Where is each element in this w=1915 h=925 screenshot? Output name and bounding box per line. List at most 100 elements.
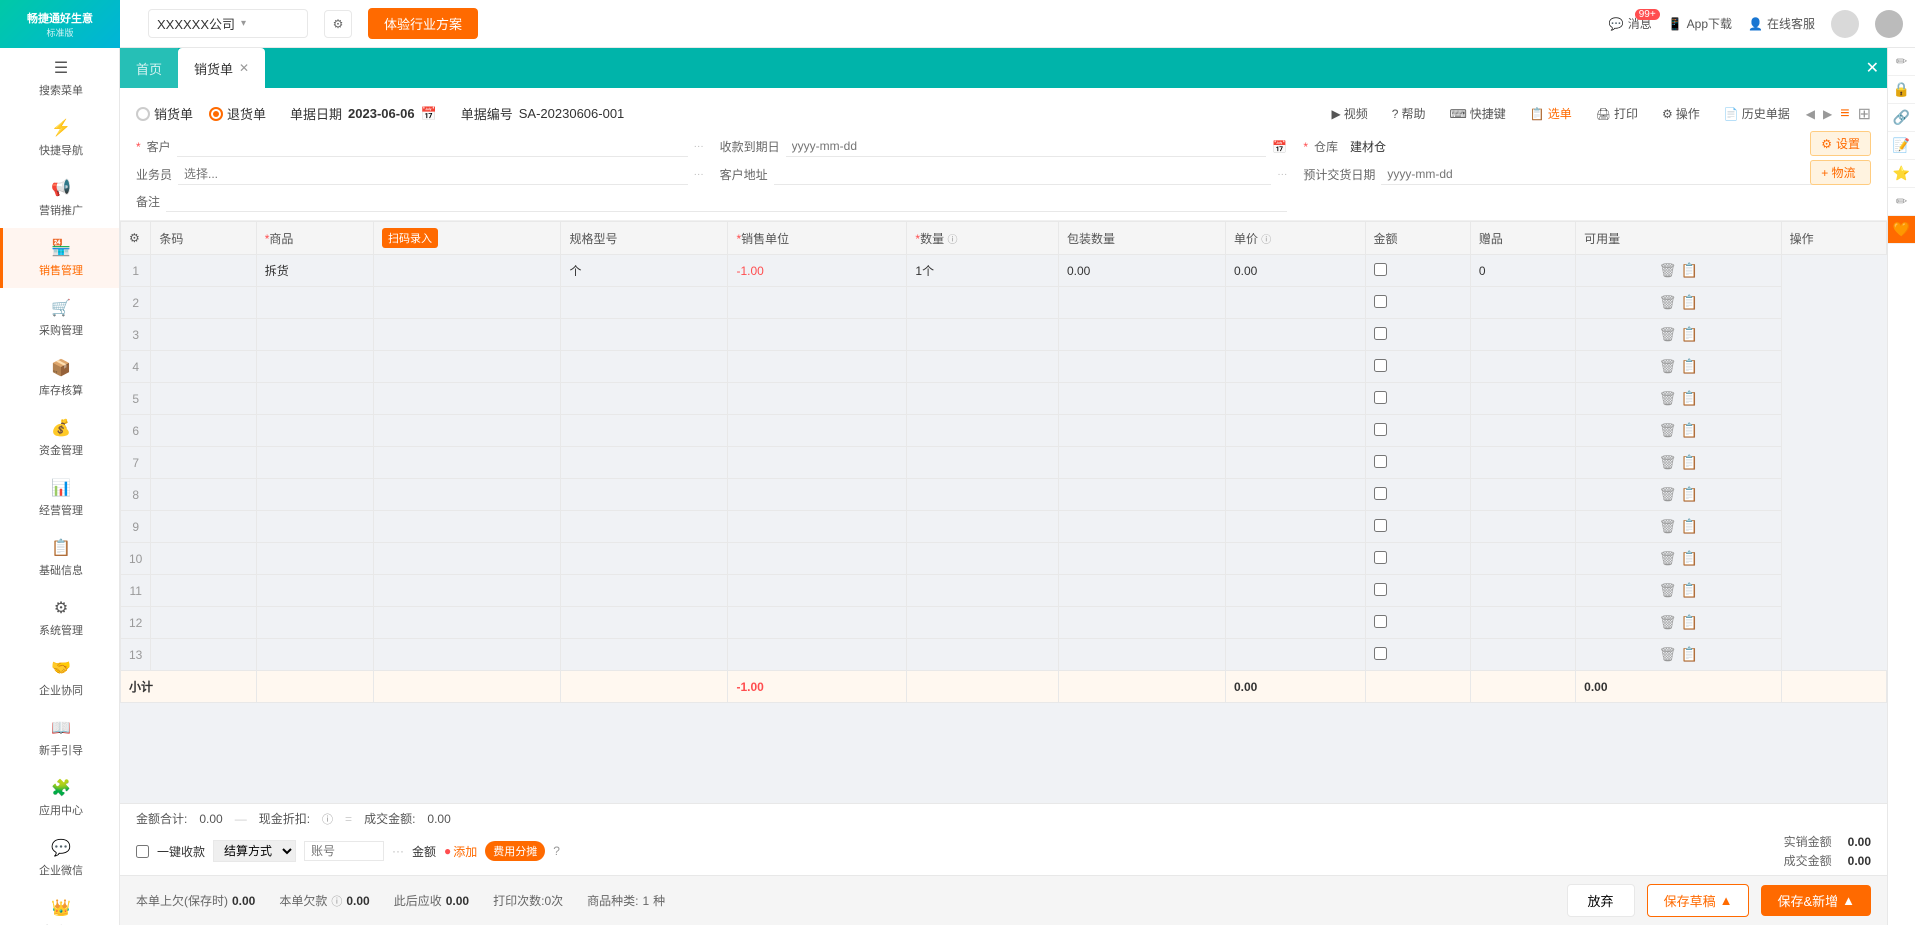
save-new-chevron[interactable]: ▲ <box>1842 893 1855 908</box>
float-btn-1[interactable]: ✏ <box>1888 48 1915 76</box>
radio-return-order[interactable]: 退货单 <box>209 104 266 123</box>
cell-quantity-2[interactable] <box>728 287 907 319</box>
address-dots[interactable]: ··· <box>1277 169 1287 180</box>
toolbar-video[interactable]: ▶ 视频 <box>1324 102 1376 125</box>
cell-unit-price-2[interactable] <box>1058 287 1225 319</box>
warehouse-value[interactable]: 建材仓 <box>1344 135 1855 158</box>
copy-btn[interactable]: 📋 <box>1681 614 1698 631</box>
copy-row-1[interactable]: 📋 <box>1681 262 1698 279</box>
copy-row-2[interactable]: 📋 <box>1681 294 1698 311</box>
settings-button[interactable]: ⚙ 设置 <box>1810 131 1871 156</box>
tab-home[interactable]: 首页 <box>120 48 178 88</box>
cell-product-2[interactable] <box>256 287 373 319</box>
copy-btn[interactable]: 📋 <box>1681 454 1698 471</box>
cell-amount-2[interactable] <box>1225 287 1365 319</box>
save-draft-chevron[interactable]: ▲ <box>1720 893 1733 908</box>
cell-unit-price-1[interactable]: 0.00 <box>1058 255 1225 287</box>
float-btn-4[interactable]: 📝 <box>1888 132 1915 160</box>
cell-amount-1[interactable]: 0.00 <box>1225 255 1365 287</box>
sidebar-item-wechat[interactable]: 💬 企业微信 <box>0 828 119 888</box>
note-input[interactable] <box>166 191 1287 212</box>
cell-unit-2[interactable] <box>561 287 728 319</box>
copy-btn[interactable]: 📋 <box>1681 550 1698 567</box>
toolbar-shortcut[interactable]: ⌨ 快捷键 <box>1441 102 1513 125</box>
calendar-icon[interactable]: 📅 <box>421 106 437 122</box>
expense-split-tag[interactable]: 费用分摊 <box>485 841 545 861</box>
customer-input[interactable] <box>177 136 688 157</box>
sidebar-item-sales[interactable]: 🏪 销售管理 <box>0 228 119 288</box>
cell-unit-1[interactable]: 个 <box>561 255 728 287</box>
copy-btn[interactable]: 📋 <box>1681 358 1698 375</box>
float-btn-3[interactable]: 🔗 <box>1888 104 1915 132</box>
delete-row-1[interactable]: 🗑 <box>1659 262 1677 279</box>
company-selector[interactable]: XXXXXX公司 ▾ <box>148 9 308 38</box>
cell-barcode-1[interactable] <box>151 255 256 287</box>
copy-btn[interactable]: 📋 <box>1681 390 1698 407</box>
save-new-button[interactable]: 保存&新增 ▲ <box>1761 885 1871 916</box>
message-btn[interactable]: 💬 消息 99+ <box>1609 15 1652 32</box>
copy-btn[interactable]: 📋 <box>1681 486 1698 503</box>
cell-spec-2[interactable] <box>374 287 561 319</box>
toolbar-history[interactable]: 📄 历史单据 <box>1716 102 1798 125</box>
payment-date-calendar-icon[interactable]: 📅 <box>1272 140 1287 154</box>
user-avatar2[interactable] <box>1875 10 1903 38</box>
copy-btn[interactable]: 📋 <box>1681 646 1698 663</box>
user-avatar[interactable] <box>1831 10 1859 38</box>
online-service-btn[interactable]: 👤 在线客服 <box>1748 15 1815 32</box>
sidebar-item-apps[interactable]: 🧩 应用中心 <box>0 768 119 828</box>
save-draft-button[interactable]: 保存草稿 ▲ <box>1647 884 1750 917</box>
sidebar-item-inventory[interactable]: 📦 库存核算 <box>0 348 119 408</box>
settle-method-select[interactable]: 结算方式 <box>213 840 296 862</box>
cell-gift-1[interactable] <box>1365 255 1470 287</box>
gift-checkbox-1[interactable] <box>1374 263 1387 276</box>
date-value[interactable]: 2023-06-06 <box>348 106 415 121</box>
window-close-icon[interactable]: ✕ <box>1866 58 1879 78</box>
expense-info-icon[interactable]: ? <box>553 844 560 858</box>
delete-btn[interactable]: 🗑 <box>1659 614 1677 631</box>
float-btn-6[interactable]: ✏ <box>1888 188 1915 216</box>
delete-btn[interactable]: 🗑 <box>1659 582 1677 599</box>
cell-quantity-1[interactable]: -1.00 <box>728 255 907 287</box>
toolbar-print[interactable]: 🖨 打印 <box>1588 102 1646 125</box>
cell-product-1[interactable]: 拆货 <box>256 255 373 287</box>
sidebar-item-member[interactable]: 👑 畅会员 <box>0 888 119 925</box>
salesperson-dots[interactable]: ··· <box>694 169 704 180</box>
sidebar-item-marketing[interactable]: 📢 营销推广 <box>0 168 119 228</box>
settings-icon[interactable]: ⚙ <box>324 10 352 38</box>
tab-close-icon[interactable]: ✕ <box>239 61 249 75</box>
delete-btn[interactable]: 🗑 <box>1659 486 1677 503</box>
sidebar-item-basic[interactable]: 📋 基础信息 <box>0 528 119 588</box>
float-btn-2[interactable]: 🔒 <box>1888 76 1915 104</box>
view-grid-icon[interactable]: ⊞ <box>1858 104 1871 124</box>
trial-button[interactable]: 体验行业方案 <box>368 8 478 39</box>
scan-button[interactable]: 扫码录入 <box>382 228 438 248</box>
th-settings[interactable]: ⚙ <box>121 222 151 255</box>
salesperson-input[interactable] <box>178 164 688 185</box>
payment-date-input[interactable] <box>786 136 1267 157</box>
cell-gift-2[interactable] <box>1365 287 1470 319</box>
order-owe-info[interactable]: ⓘ <box>331 893 342 909</box>
delete-btn[interactable]: 🗑 <box>1659 326 1677 343</box>
delete-btn[interactable]: 🗑 <box>1659 518 1677 535</box>
cell-spec-1[interactable] <box>374 255 561 287</box>
app-download-btn[interactable]: 📱 App下载 <box>1668 15 1732 32</box>
abandon-button[interactable]: 放弃 <box>1567 884 1635 917</box>
cash-discount-info-icon[interactable]: ⓘ <box>322 811 333 827</box>
delete-btn[interactable]: 🗑 <box>1659 390 1677 407</box>
delete-btn[interactable]: 🗑 <box>1659 422 1677 439</box>
copy-btn[interactable]: 📋 <box>1681 326 1698 343</box>
cell-pack-qty-2[interactable] <box>907 287 1059 319</box>
copy-btn[interactable]: 📋 <box>1681 422 1698 439</box>
one-click-payment-checkbox[interactable] <box>136 845 149 858</box>
copy-btn[interactable]: 📋 <box>1681 582 1698 599</box>
delete-btn[interactable]: 🗑 <box>1659 646 1677 663</box>
dots-icon[interactable]: ··· <box>392 844 404 858</box>
sidebar-item-purchase[interactable]: 🛒 采购管理 <box>0 288 119 348</box>
cell-barcode-2[interactable] <box>151 287 256 319</box>
gift-checkbox-2[interactable] <box>1374 295 1387 308</box>
sidebar-item-enterprise[interactable]: 🤝 企业协同 <box>0 648 119 708</box>
nav-prev-icon[interactable]: ◀ <box>1806 107 1815 121</box>
account-input[interactable] <box>304 841 384 861</box>
customer-address-input[interactable] <box>774 164 1272 185</box>
view-list-icon[interactable]: ≡ <box>1840 105 1849 123</box>
